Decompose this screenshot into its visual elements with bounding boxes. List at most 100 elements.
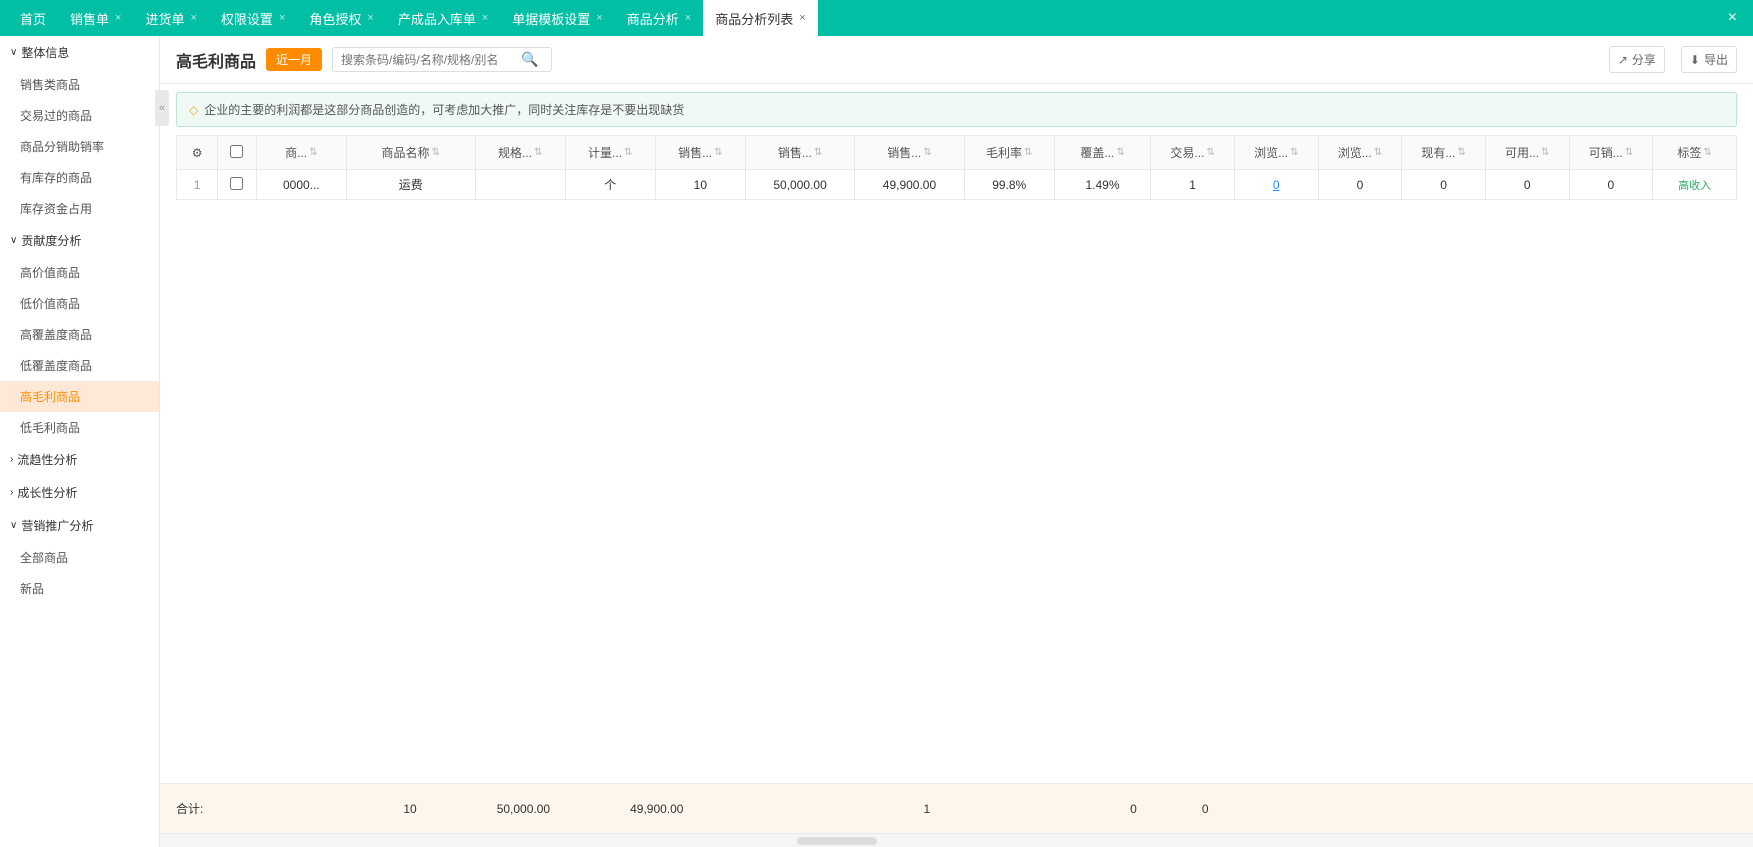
close-product-analysis-list[interactable]: × xyxy=(799,12,805,24)
sidebar-item-traded-goods[interactable]: 交易过的商品 xyxy=(0,100,159,131)
sort-icon-available[interactable]: ⇅ xyxy=(1541,147,1549,158)
info-icon: ◇ xyxy=(189,103,198,117)
search-input[interactable] xyxy=(341,53,521,67)
col-available[interactable]: 可用... ⇅ xyxy=(1485,136,1569,170)
sidebar-item-inventory-capital[interactable]: 库存资金占用 xyxy=(0,193,159,224)
col-sales-amt[interactable]: 销售... ⇅ xyxy=(745,136,854,170)
sidebar-item-distribution-rate[interactable]: 商品分销助销率 xyxy=(0,131,159,162)
close-role-auth[interactable]: × xyxy=(367,12,373,24)
page-title: 高毛利商品 xyxy=(176,48,256,72)
sidebar-item-sales-goods[interactable]: 销售类商品 xyxy=(0,69,159,100)
row-current: 0 xyxy=(1402,170,1486,200)
row-num: 1 xyxy=(177,170,218,200)
sort-icon-browse1[interactable]: ⇅ xyxy=(1290,147,1298,158)
col-browse2[interactable]: 浏览... ⇅ xyxy=(1318,136,1402,170)
scrollbar-thumb[interactable] xyxy=(797,837,877,845)
search-box: 🔍 xyxy=(332,47,552,72)
sidebar-group-marketing[interactable]: ∨ 营销推广分析 xyxy=(0,509,159,542)
nav-sales-order[interactable]: 销售单 × xyxy=(58,0,133,36)
select-all-checkbox[interactable] xyxy=(230,145,243,158)
sidebar-group-growth[interactable]: › 成长性分析 xyxy=(0,476,159,509)
nav-purchase-order[interactable]: 进货单 × xyxy=(133,0,208,36)
settings-icon[interactable]: ⚙ xyxy=(192,146,203,160)
row-browse1[interactable]: 0 xyxy=(1234,170,1318,200)
search-icon[interactable]: 🔍 xyxy=(521,51,538,68)
sort-icon-name[interactable]: ⇅ xyxy=(432,147,440,158)
col-setting[interactable]: ⚙ xyxy=(177,136,218,170)
sort-icon-unit[interactable]: ⇅ xyxy=(624,147,632,158)
table-container[interactable]: ⚙ 商... ⇅ 商品名称 xyxy=(160,135,1753,783)
horizontal-scrollbar[interactable] xyxy=(160,833,1753,847)
nav-template-settings[interactable]: 单据模板设置 × xyxy=(500,0,614,36)
close-product-analysis[interactable]: × xyxy=(685,12,691,24)
row-sales-qty: 10 xyxy=(655,170,745,200)
col-unit[interactable]: 计量... ⇅ xyxy=(565,136,655,170)
time-filter-button[interactable]: 近一月 xyxy=(266,48,322,71)
col-sales-qty[interactable]: 销售... ⇅ xyxy=(655,136,745,170)
close-sales-order[interactable]: × xyxy=(115,12,121,24)
sidebar-group-contribution[interactable]: ∨ 贡献度分析 xyxy=(0,224,159,257)
sidebar-group-trend[interactable]: › 流趋性分析 xyxy=(0,443,159,476)
arrow-icon-marketing: ∨ xyxy=(10,520,17,531)
nav-permission-settings[interactable]: 权限设置 × xyxy=(209,0,297,36)
sidebar-item-low-margin[interactable]: 低毛利商品 xyxy=(0,412,159,443)
sidebar-group-overall[interactable]: ∨ 整体信息 xyxy=(0,36,159,69)
row-sellable: 0 xyxy=(1569,170,1653,200)
col-current[interactable]: 现有... ⇅ xyxy=(1402,136,1486,170)
col-coverage[interactable]: 覆盖... ⇅ xyxy=(1054,136,1151,170)
sort-icon-tag[interactable]: ⇅ xyxy=(1703,147,1711,158)
col-code[interactable]: 商... ⇅ xyxy=(256,136,346,170)
nav-role-auth[interactable]: 角色授权 × xyxy=(297,0,385,36)
main-layout: ∨ 整体信息 销售类商品 交易过的商品 商品分销助销率 有库存的商品 库存资金占… xyxy=(0,36,1753,847)
sort-icon-code[interactable]: ⇅ xyxy=(309,147,317,158)
sidebar-item-in-stock[interactable]: 有库存的商品 xyxy=(0,162,159,193)
col-tag[interactable]: 标签 ⇅ xyxy=(1653,136,1737,170)
sidebar-item-high-margin[interactable]: 高毛利商品 xyxy=(0,381,159,412)
arrow-icon: ∨ xyxy=(10,47,17,58)
sort-icon-sellable[interactable]: ⇅ xyxy=(1625,147,1633,158)
sort-icon-sales-qty[interactable]: ⇅ xyxy=(714,147,722,158)
sidebar-item-all-goods[interactable]: 全部商品 xyxy=(0,542,159,573)
nav-home[interactable]: 首页 xyxy=(8,0,58,36)
sort-icon-current[interactable]: ⇅ xyxy=(1457,147,1465,158)
close-permission-settings[interactable]: × xyxy=(279,12,285,24)
export-button[interactable]: ⬇ 导出 xyxy=(1681,46,1737,73)
sidebar-item-low-coverage[interactable]: 低覆盖度商品 xyxy=(0,350,159,381)
sort-icon-gross-margin[interactable]: ⇅ xyxy=(1024,147,1032,158)
sort-icon-trade[interactable]: ⇅ xyxy=(1206,147,1214,158)
nav-product-inbound[interactable]: 产成品入库单 × xyxy=(386,0,500,36)
row-checkbox[interactable] xyxy=(230,177,243,190)
sidebar-item-new-goods[interactable]: 新品 xyxy=(0,573,159,604)
sidebar-item-high-value[interactable]: 高价值商品 xyxy=(0,257,159,288)
col-spec[interactable]: 规格... ⇅ xyxy=(475,136,565,170)
close-purchase-order[interactable]: × xyxy=(190,12,196,24)
data-table: ⚙ 商... ⇅ 商品名称 xyxy=(176,135,1737,200)
sort-icon-sales-cost[interactable]: ⇅ xyxy=(923,147,931,158)
sort-icon-spec[interactable]: ⇅ xyxy=(534,147,542,158)
nav-product-analysis[interactable]: 商品分析 × xyxy=(615,0,703,36)
table-row: 1 0000... 运费 个 10 50,000.00 49,900.00 99… xyxy=(177,170,1737,200)
sort-icon-coverage[interactable]: ⇅ xyxy=(1116,147,1124,158)
sidebar-collapse-button[interactable]: « xyxy=(155,90,169,126)
top-navigation: 首页 销售单 × 进货单 × 权限设置 × 角色授权 × 产成品入库单 × 单据… xyxy=(0,0,1753,36)
row-gross-margin: 99.8% xyxy=(964,170,1054,200)
sidebar-item-high-coverage[interactable]: 高覆盖度商品 xyxy=(0,319,159,350)
col-sales-cost[interactable]: 销售... ⇅ xyxy=(855,136,964,170)
col-name[interactable]: 商品名称 ⇅ xyxy=(346,136,475,170)
info-bar: ◇ 企业的主要的利润都是这部分商品创造的，可考虑加大推广，同时关注库存是不要出现… xyxy=(176,92,1737,127)
col-gross-margin[interactable]: 毛利率 ⇅ xyxy=(964,136,1054,170)
row-coverage: 1.49% xyxy=(1054,170,1151,200)
col-sellable[interactable]: 可销... ⇅ xyxy=(1569,136,1653,170)
close-window-btn[interactable]: × xyxy=(1720,9,1745,27)
footer-current: 0 xyxy=(1202,802,1209,816)
close-product-inbound[interactable]: × xyxy=(482,12,488,24)
close-template-settings[interactable]: × xyxy=(596,12,602,24)
sort-icon-sales-amt[interactable]: ⇅ xyxy=(814,147,822,158)
nav-product-analysis-list[interactable]: 商品分析列表 × xyxy=(703,0,817,36)
col-browse1[interactable]: 浏览... ⇅ xyxy=(1234,136,1318,170)
col-trade[interactable]: 交易... ⇅ xyxy=(1151,136,1235,170)
row-browse2: 0 xyxy=(1318,170,1402,200)
sidebar-item-low-value[interactable]: 低价值商品 xyxy=(0,288,159,319)
sort-icon-browse2[interactable]: ⇅ xyxy=(1374,147,1382,158)
share-button[interactable]: ↗ 分享 xyxy=(1609,46,1665,73)
